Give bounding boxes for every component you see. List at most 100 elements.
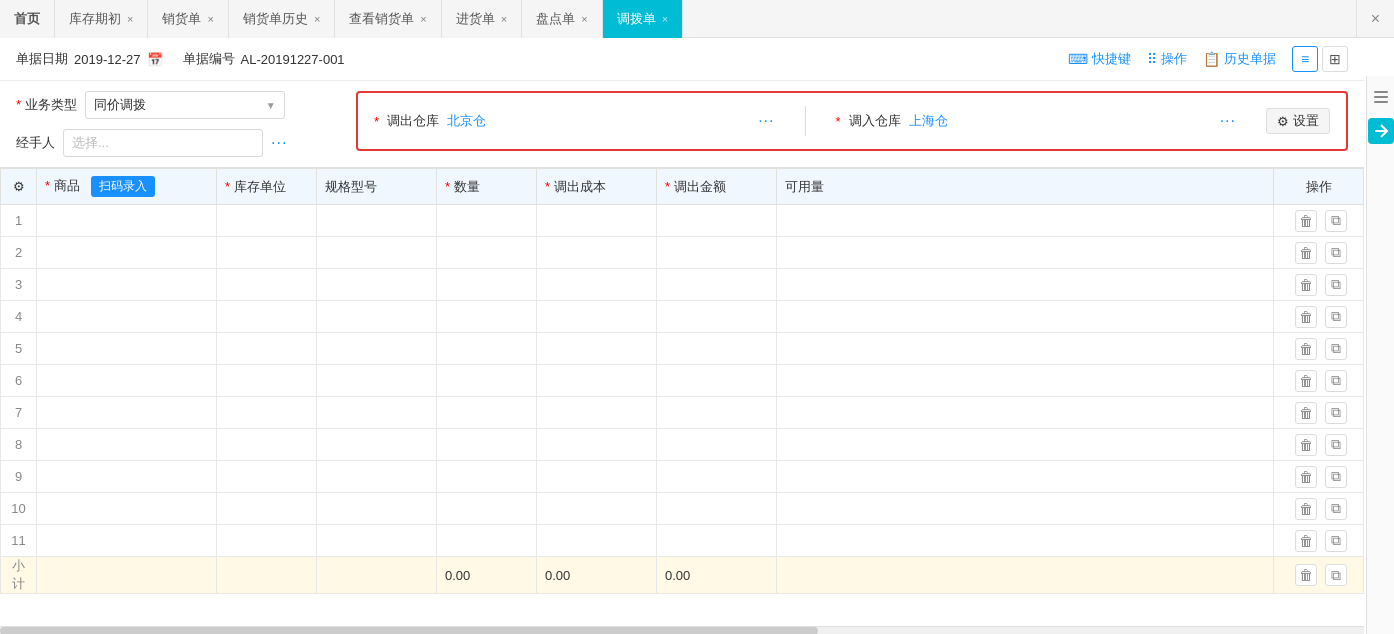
row-cost[interactable] bbox=[537, 525, 657, 557]
tab-sales-history-close[interactable]: × bbox=[314, 13, 320, 25]
row-unit[interactable] bbox=[217, 429, 317, 461]
tab-transfer-order[interactable]: 调拨单 × bbox=[603, 0, 683, 38]
copy-row-icon[interactable]: ⧉ bbox=[1325, 274, 1347, 296]
row-cost[interactable] bbox=[537, 333, 657, 365]
row-qty[interactable] bbox=[437, 429, 537, 461]
tab-inventory-init[interactable]: 库存期初 × bbox=[55, 0, 148, 38]
row-unit[interactable] bbox=[217, 301, 317, 333]
row-cost[interactable] bbox=[537, 365, 657, 397]
copy-row-icon[interactable]: ⧉ bbox=[1325, 338, 1347, 360]
copy-row-icon[interactable]: ⧉ bbox=[1325, 466, 1347, 488]
tab-inventory-init-close[interactable]: × bbox=[127, 13, 133, 25]
row-amount[interactable] bbox=[657, 365, 777, 397]
row-cost[interactable] bbox=[537, 429, 657, 461]
copy-row-icon[interactable]: ⧉ bbox=[1325, 306, 1347, 328]
row-spec[interactable] bbox=[317, 525, 437, 557]
tab-purchase-order-close[interactable]: × bbox=[501, 13, 507, 25]
row-amount[interactable] bbox=[657, 493, 777, 525]
delete-row-icon[interactable]: 🗑 bbox=[1295, 530, 1317, 552]
tab-sales-order-close[interactable]: × bbox=[207, 13, 213, 25]
tab-inventory-check[interactable]: 盘点单 × bbox=[522, 0, 602, 38]
row-qty[interactable] bbox=[437, 301, 537, 333]
copy-row-icon[interactable]: ⧉ bbox=[1325, 402, 1347, 424]
layout-grid-btn[interactable]: ⊞ bbox=[1322, 46, 1348, 72]
row-qty[interactable] bbox=[437, 525, 537, 557]
row-cost[interactable] bbox=[537, 301, 657, 333]
row-cost[interactable] bbox=[537, 397, 657, 429]
row-qty[interactable] bbox=[437, 237, 537, 269]
tab-sales-order[interactable]: 销货单 × bbox=[148, 0, 228, 38]
row-amount[interactable] bbox=[657, 461, 777, 493]
row-product[interactable] bbox=[37, 397, 217, 429]
row-spec[interactable] bbox=[317, 461, 437, 493]
delete-row-icon[interactable]: 🗑 bbox=[1295, 274, 1317, 296]
copy-row-icon[interactable]: ⧉ bbox=[1325, 498, 1347, 520]
row-unit[interactable] bbox=[217, 205, 317, 237]
tab-view-sales[interactable]: 查看销货单 × bbox=[335, 0, 441, 38]
row-unit[interactable] bbox=[217, 397, 317, 429]
row-spec[interactable] bbox=[317, 205, 437, 237]
row-qty[interactable] bbox=[437, 365, 537, 397]
row-product[interactable] bbox=[37, 237, 217, 269]
row-amount[interactable] bbox=[657, 397, 777, 429]
transfer-in-more-btn[interactable]: ··· bbox=[1220, 112, 1236, 130]
tab-transfer-order-close[interactable]: × bbox=[662, 13, 668, 25]
table-settings-icon[interactable]: ⚙ bbox=[13, 179, 25, 194]
row-product[interactable] bbox=[37, 429, 217, 461]
row-cost[interactable] bbox=[537, 461, 657, 493]
row-unit[interactable] bbox=[217, 269, 317, 301]
row-qty[interactable] bbox=[437, 493, 537, 525]
row-amount[interactable] bbox=[657, 525, 777, 557]
row-amount[interactable] bbox=[657, 237, 777, 269]
copy-row-icon[interactable]: ⧉ bbox=[1325, 370, 1347, 392]
delete-row-icon[interactable]: 🗑 bbox=[1295, 210, 1317, 232]
copy-row-icon[interactable]: ⧉ bbox=[1325, 242, 1347, 264]
row-qty[interactable] bbox=[437, 269, 537, 301]
sidebar-export-icon[interactable] bbox=[1368, 118, 1394, 144]
delete-row-icon[interactable]: 🗑 bbox=[1295, 466, 1317, 488]
sidebar-list-icon[interactable] bbox=[1368, 84, 1394, 110]
business-type-select[interactable]: 同价调拨 ▼ bbox=[85, 91, 285, 119]
row-unit[interactable] bbox=[217, 493, 317, 525]
subtotal-delete-icon[interactable]: 🗑 bbox=[1295, 564, 1317, 586]
calendar-icon[interactable]: 📅 bbox=[147, 52, 163, 67]
tab-inventory-check-close[interactable]: × bbox=[581, 13, 587, 25]
delete-row-icon[interactable]: 🗑 bbox=[1295, 370, 1317, 392]
handler-more-btn[interactable]: ··· bbox=[271, 134, 287, 152]
copy-row-icon[interactable]: ⧉ bbox=[1325, 210, 1347, 232]
row-product[interactable] bbox=[37, 333, 217, 365]
row-qty[interactable] bbox=[437, 205, 537, 237]
row-product[interactable] bbox=[37, 365, 217, 397]
row-cost[interactable] bbox=[537, 493, 657, 525]
row-product[interactable] bbox=[37, 493, 217, 525]
close-all-button[interactable]: × bbox=[1356, 0, 1394, 38]
tab-purchase-order[interactable]: 进货单 × bbox=[442, 0, 522, 38]
row-spec[interactable] bbox=[317, 269, 437, 301]
row-unit[interactable] bbox=[217, 525, 317, 557]
col-gear[interactable]: ⚙ bbox=[1, 169, 37, 205]
row-qty[interactable] bbox=[437, 333, 537, 365]
row-spec[interactable] bbox=[317, 301, 437, 333]
row-unit[interactable] bbox=[217, 461, 317, 493]
delete-row-icon[interactable]: 🗑 bbox=[1295, 402, 1317, 424]
tab-home[interactable]: 首页 bbox=[0, 0, 55, 38]
row-spec[interactable] bbox=[317, 429, 437, 461]
row-product[interactable] bbox=[37, 525, 217, 557]
row-amount[interactable] bbox=[657, 333, 777, 365]
row-unit[interactable] bbox=[217, 365, 317, 397]
delete-row-icon[interactable]: 🗑 bbox=[1295, 434, 1317, 456]
row-product[interactable] bbox=[37, 301, 217, 333]
delete-row-icon[interactable]: 🗑 bbox=[1295, 498, 1317, 520]
row-qty[interactable] bbox=[437, 397, 537, 429]
shortcut-btn[interactable]: ⌨ 快捷键 bbox=[1068, 50, 1131, 68]
row-amount[interactable] bbox=[657, 205, 777, 237]
row-product[interactable] bbox=[37, 205, 217, 237]
row-cost[interactable] bbox=[537, 269, 657, 301]
copy-row-icon[interactable]: ⧉ bbox=[1325, 530, 1347, 552]
row-spec[interactable] bbox=[317, 397, 437, 429]
row-unit[interactable] bbox=[217, 333, 317, 365]
row-amount[interactable] bbox=[657, 301, 777, 333]
transfer-out-more-btn[interactable]: ··· bbox=[758, 112, 774, 130]
row-unit[interactable] bbox=[217, 237, 317, 269]
subtotal-copy-icon[interactable]: ⧉ bbox=[1325, 564, 1347, 586]
